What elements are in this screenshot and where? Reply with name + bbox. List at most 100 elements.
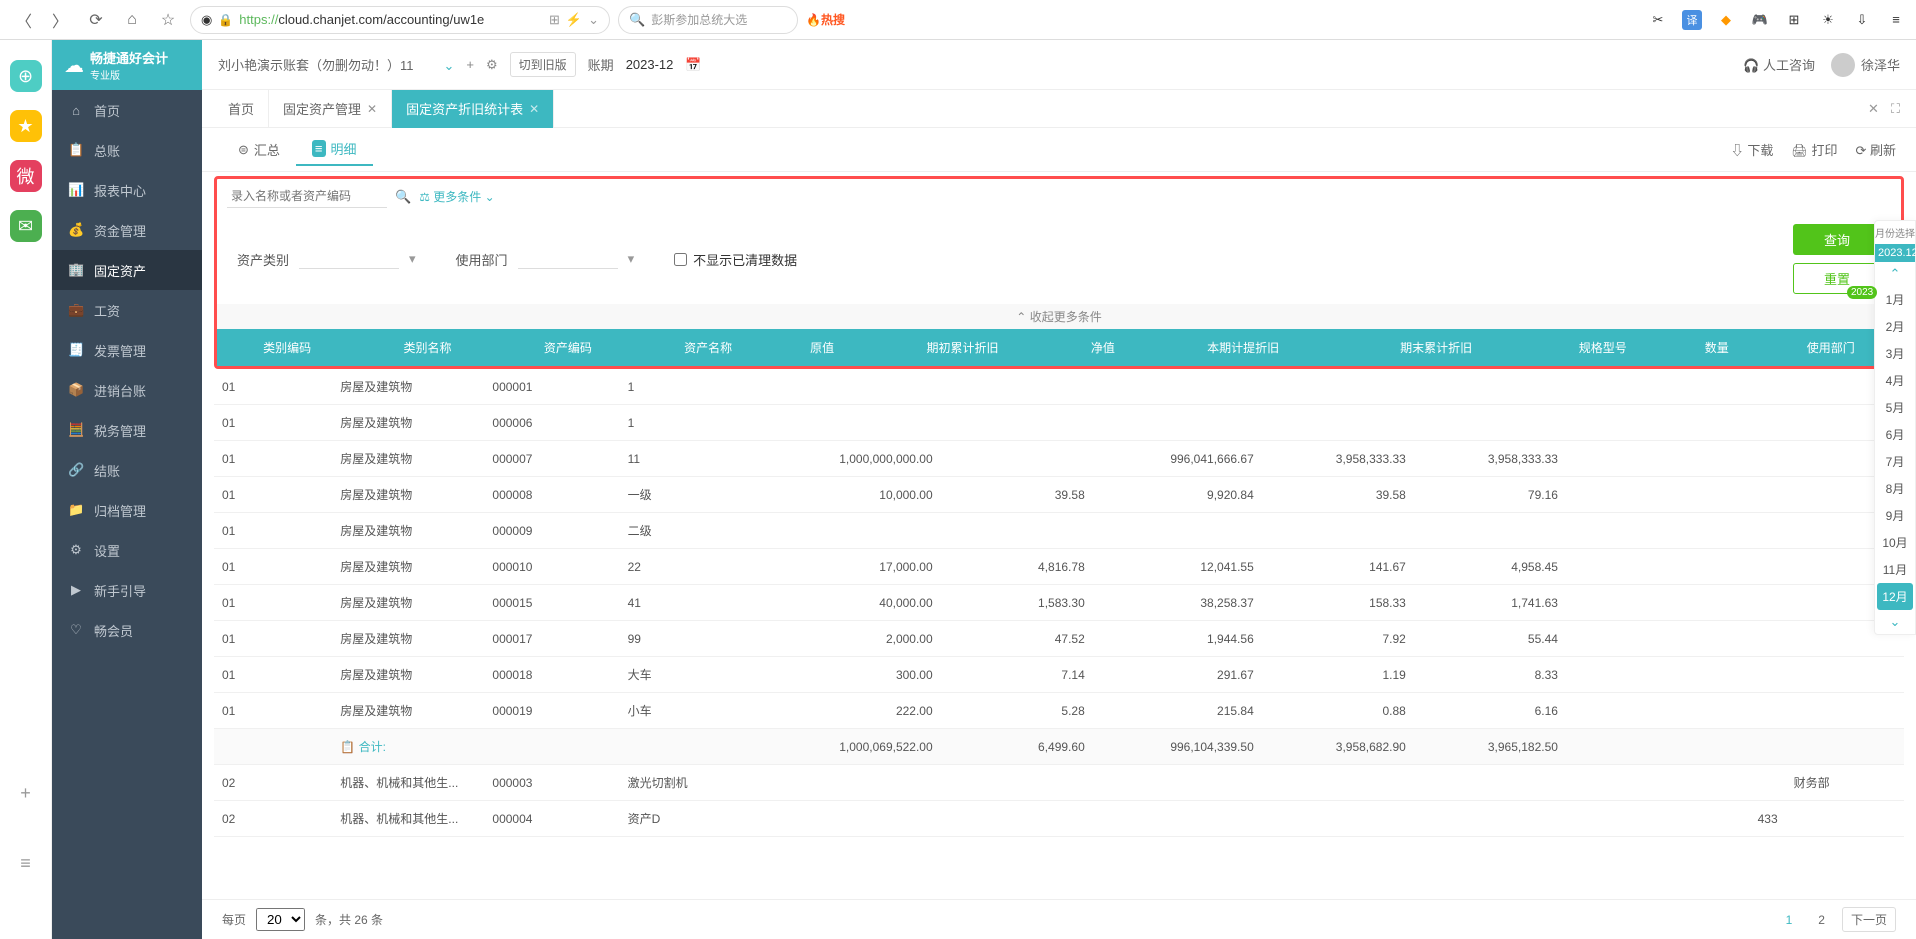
dock-menu[interactable]: ≡	[10, 847, 42, 879]
apps-icon[interactable]: ⊞	[1784, 10, 1804, 30]
col-资产编码[interactable]: 资产编码	[498, 329, 638, 366]
table-row[interactable]: 01房屋及建筑物000019小车222.005.28215.840.886.16	[214, 693, 1904, 729]
month-10月[interactable]: 10月	[1875, 529, 1915, 556]
scissors-icon[interactable]: ✂	[1648, 10, 1668, 30]
dock-add[interactable]: +	[10, 777, 42, 809]
home-button[interactable]: ⌂	[118, 6, 146, 34]
month-8月[interactable]: 8月	[1875, 475, 1915, 502]
sidebar-item-发票管理[interactable]: 🧾发票管理	[52, 330, 202, 370]
sidebar-item-资金管理[interactable]: 💰资金管理	[52, 210, 202, 250]
sub-tab-detail[interactable]: ≡ 明细	[296, 133, 373, 166]
table-row[interactable]: 01房屋及建筑物000009二级	[214, 513, 1904, 549]
download-icon[interactable]: ⇩	[1852, 10, 1872, 30]
tab-固定资产折旧统计表[interactable]: 固定资产折旧统计表✕	[392, 90, 554, 128]
more-conditions-link[interactable]: ⚖ 更多条件 ⌄	[419, 188, 495, 205]
hide-cleaned-input[interactable]	[674, 253, 687, 266]
month-12月[interactable]: 12月	[1877, 583, 1913, 610]
month-6月[interactable]: 6月	[1875, 421, 1915, 448]
table-row[interactable]: 01房屋及建筑物000007111,000,000,000.00996,041,…	[214, 441, 1904, 477]
sidebar-item-税务管理[interactable]: 🧮税务管理	[52, 410, 202, 450]
dock-icon-mail[interactable]: ✉	[10, 210, 42, 242]
table-row[interactable]: 01房屋及建筑物000008一级10,000.0039.589,920.8439…	[214, 477, 1904, 513]
tab-固定资产管理[interactable]: 固定资产管理✕	[269, 90, 392, 128]
col-资产名称[interactable]: 资产名称	[638, 329, 778, 366]
menu-icon[interactable]: ≡	[1886, 10, 1906, 30]
col-规格型号[interactable]: 规格型号	[1533, 329, 1673, 366]
month-panel-year[interactable]: 2023.12	[1875, 244, 1915, 262]
col-本期计提折旧[interactable]: 本期计提折旧	[1147, 329, 1340, 366]
per-page-select[interactable]: 20	[256, 908, 305, 931]
table-row[interactable]: 01房屋及建筑物0000011	[214, 369, 1904, 405]
month-1月[interactable]: 1月	[1875, 286, 1915, 313]
sidebar-item-进销台账[interactable]: 📦进销台账	[52, 370, 202, 410]
month-11月[interactable]: 11月	[1875, 556, 1915, 583]
chevron-down-icon[interactable]: ⌄	[588, 12, 599, 28]
hide-cleaned-checkbox[interactable]: 不显示已清理数据	[674, 250, 797, 269]
brand-logo[interactable]: ☁ 畅捷通好会计 专业版	[52, 40, 202, 90]
next-page[interactable]: 下一页	[1842, 907, 1896, 932]
col-期末累计折旧[interactable]: 期末累计折旧	[1340, 329, 1533, 366]
switch-version-button[interactable]: 切到旧版	[510, 52, 576, 77]
url-bar[interactable]: ◉ 🔒 https://cloud.chanjet.com/accounting…	[190, 6, 610, 34]
period-value[interactable]: 2023-12	[626, 57, 674, 72]
month-2月[interactable]: 2月	[1875, 313, 1915, 340]
sidebar-item-首页[interactable]: ⌂首页	[52, 90, 202, 130]
sidebar-item-工资[interactable]: 💼工资	[52, 290, 202, 330]
theme-icon[interactable]: ☀	[1818, 10, 1838, 30]
month-5月[interactable]: 5月	[1875, 394, 1915, 421]
add-icon[interactable]: +	[466, 57, 474, 72]
month-prev[interactable]: ⌃	[1875, 262, 1915, 286]
month-9月[interactable]: 9月	[1875, 502, 1915, 529]
table-row[interactable]: 01房屋及建筑物000017992,000.0047.521,944.567.9…	[214, 621, 1904, 657]
col-原值[interactable]: 原值	[778, 329, 866, 366]
game-icon[interactable]: 🎮	[1750, 10, 1770, 30]
sidebar-item-结账[interactable]: 🔗结账	[52, 450, 202, 490]
sub-tab-summary[interactable]: ⊜ 汇总	[222, 134, 296, 165]
reload-button[interactable]: ⟳	[82, 6, 110, 34]
query-button[interactable]: 查询	[1793, 224, 1881, 255]
asset-search-input[interactable]	[227, 185, 387, 208]
month-7月[interactable]: 7月	[1875, 448, 1915, 475]
qr-icon[interactable]: ⊞	[549, 12, 560, 28]
expand-icon[interactable]: ⛶	[1887, 101, 1904, 117]
col-净值[interactable]: 净值	[1059, 329, 1147, 366]
sidebar-item-固定资产[interactable]: 🏢固定资产	[52, 250, 202, 290]
table-row[interactable]: 02机器、机械和其他生...000003激光切割机财务部	[214, 765, 1904, 801]
collapse-conditions[interactable]: ⌃ 收起更多条件	[217, 304, 1901, 329]
download-button[interactable]: ⇩ 下载	[1731, 140, 1774, 159]
user-menu[interactable]: 徐泽华	[1831, 53, 1900, 77]
back-button[interactable]: 〈	[10, 6, 38, 34]
wallet-icon[interactable]: ◆	[1716, 10, 1736, 30]
close-icon[interactable]: ✕	[367, 102, 377, 116]
forward-button[interactable]: 〉	[46, 6, 74, 34]
sidebar-item-畅会员[interactable]: ♡畅会员	[52, 610, 202, 650]
sidebar-item-总账[interactable]: 📋总账	[52, 130, 202, 170]
table-row[interactable]: 01房屋及建筑物0000061	[214, 405, 1904, 441]
month-4月[interactable]: 4月	[1875, 367, 1915, 394]
close-icon[interactable]: ✕	[529, 102, 539, 116]
print-button[interactable]: 🖨 打印	[1791, 140, 1837, 159]
department-input[interactable]	[518, 249, 618, 269]
close-all-tabs[interactable]: ✕	[1860, 101, 1887, 117]
page-1[interactable]: 1	[1777, 909, 1802, 931]
search-icon[interactable]: 🔍	[395, 189, 411, 205]
department-filter[interactable]: 使用部门 ▾	[456, 249, 635, 269]
asset-category-filter[interactable]: 资产类别 ▾	[237, 249, 416, 269]
browser-search[interactable]: 🔍 彭斯参加总统大选	[618, 6, 798, 34]
col-类别编码[interactable]: 类别编码	[217, 329, 357, 366]
sidebar-item-设置[interactable]: ⚙设置	[52, 530, 202, 570]
translate-icon[interactable]: 译	[1682, 10, 1702, 30]
table-row[interactable]: 02机器、机械和其他生...000004资产D433	[214, 801, 1904, 837]
hot-badge[interactable]: 🔥热搜	[806, 11, 845, 28]
page-2[interactable]: 2	[1809, 909, 1834, 931]
month-3月[interactable]: 3月	[1875, 340, 1915, 367]
table-row[interactable]: 01房屋及建筑物0000102217,000.004,816.7812,041.…	[214, 549, 1904, 585]
refresh-button[interactable]: ⟳ 刷新	[1855, 140, 1896, 159]
account-selector[interactable]: 刘小艳演示账套（勿删勿动！）11⌄	[218, 55, 454, 74]
table-row[interactable]: 01房屋及建筑物0000154140,000.001,583.3038,258.…	[214, 585, 1904, 621]
dock-icon-2[interactable]: ★	[10, 110, 42, 142]
star-button[interactable]: ☆	[154, 6, 182, 34]
gear-icon[interactable]: ⚙	[486, 57, 498, 73]
sidebar-item-新手引导[interactable]: ▶新手引导	[52, 570, 202, 610]
tab-首页[interactable]: 首页	[214, 90, 269, 128]
